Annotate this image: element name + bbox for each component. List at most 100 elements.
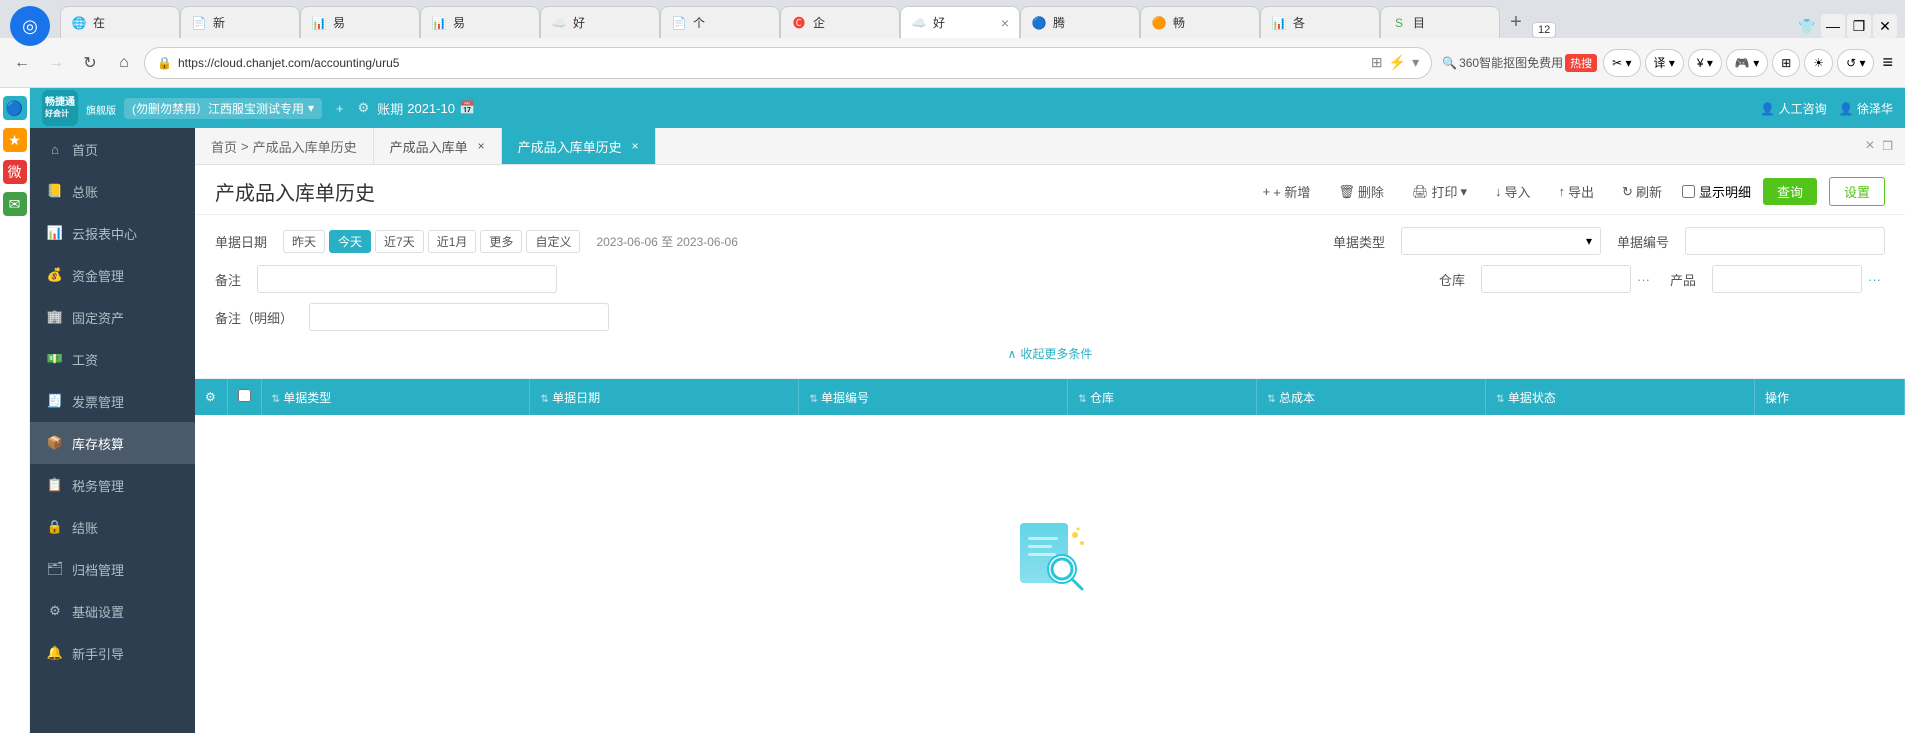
sidebar-item-fixed-assets[interactable]: 🏢 固定资产 [30, 296, 195, 338]
restore-button[interactable]: ❐ [1847, 14, 1871, 38]
sidebar-item-payroll[interactable]: 💵 工资 [30, 338, 195, 380]
refresh-button[interactable]: ↻ 刷新 [1614, 178, 1670, 205]
sidebar-item-checkout[interactable]: 🔒 结账 [30, 506, 195, 548]
date-btn-1month[interactable]: 近1月 [428, 230, 477, 253]
date-btn-today[interactable]: 今天 [329, 230, 371, 253]
date-btn-custom[interactable]: 自定义 [526, 230, 580, 253]
username-label: 徐泽华 [1857, 102, 1893, 116]
th-type[interactable]: ⇅ 单据类型 [261, 379, 530, 415]
product-input[interactable] [1712, 265, 1862, 293]
export-button[interactable]: ↑ 导出 [1551, 178, 1603, 205]
warehouse-input[interactable] [1481, 265, 1631, 293]
tab-3[interactable]: 📊 易 [300, 6, 420, 38]
panel-close-button[interactable]: × [1865, 137, 1874, 154]
sidebar-item-home[interactable]: ⌂ 首页 [30, 128, 195, 170]
print-button[interactable]: 🖨 打印 ▾ [1404, 178, 1475, 205]
tab-10[interactable]: 🟠 畅 [1140, 6, 1260, 38]
tab-voucher-history-close-icon[interactable]: × [632, 139, 639, 153]
mail-icon[interactable]: ✉ [3, 192, 27, 216]
date-btn-7days[interactable]: 近7天 [375, 230, 424, 253]
company-select[interactable]: (勿删勿禁用）江西服宝测试专用 ▾ [124, 98, 322, 119]
th-warehouse[interactable]: ⇅ 仓库 [1068, 379, 1257, 415]
warehouse-dots-button[interactable]: ··· [1633, 272, 1654, 287]
tab-voucher-list-close-icon[interactable]: × [478, 139, 485, 153]
sidebar-item-invoice[interactable]: 🧾 发票管理 [30, 380, 195, 422]
tab-4[interactable]: 📊 易 [420, 6, 540, 38]
bookmark-icon[interactable]: 🔵 [3, 96, 27, 120]
voucher-no-input[interactable] [1685, 227, 1885, 255]
sidebar-item-new-entry[interactable]: 🔔 新手引导 [30, 632, 195, 674]
th-gear[interactable]: ⚙ [195, 379, 227, 415]
th-checkbox[interactable] [227, 379, 261, 415]
sidebar-item-settings[interactable]: ⚙ 基础设置 [30, 590, 195, 632]
voucher-type-select[interactable]: ▾ [1401, 227, 1601, 255]
calendar-icon[interactable]: 📅 [459, 100, 475, 116]
sidebar-item-archive[interactable]: 🗂 归档管理 [30, 548, 195, 590]
tab-6[interactable]: 📄 个 [660, 6, 780, 38]
add-button[interactable]: + + 新增 [1255, 178, 1319, 205]
th-cost[interactable]: ⇅ 总成本 [1257, 379, 1486, 415]
star-icon[interactable]: ★ [3, 128, 27, 152]
tab-1[interactable]: 🌐 在 [60, 6, 180, 38]
th-no[interactable]: ⇅ 单据编号 [799, 379, 1068, 415]
tab-7[interactable]: 🅒 企 [780, 6, 900, 38]
scissors-tool[interactable]: ✂ ▾ [1603, 49, 1640, 77]
export-label: 导出 [1568, 182, 1594, 201]
user-service-button[interactable]: 👤 人工咨询 [1760, 100, 1826, 117]
minimize-button[interactable]: — [1821, 14, 1845, 38]
weibo-icon[interactable]: 微 [3, 160, 27, 184]
show-detail-checkbox[interactable] [1682, 185, 1695, 198]
delete-button[interactable]: 🗑 删除 [1330, 178, 1392, 205]
settings-icon[interactable]: ⚙ [358, 100, 370, 116]
sidebar-item-fund[interactable]: 💰 资金管理 [30, 254, 195, 296]
game-tool[interactable]: 🎮 ▾ [1726, 49, 1768, 77]
back-button[interactable]: ← [8, 49, 36, 77]
th-date-sort-icon: ⇅ [540, 394, 548, 405]
shirt-icon[interactable]: 👕 [1795, 14, 1819, 38]
product-dots-button[interactable]: ··· [1864, 272, 1885, 287]
panel-collapse-button[interactable]: ❐ [1882, 139, 1893, 153]
address-input[interactable]: 🔒 https://cloud.chanjet.com/accounting/u… [144, 47, 1432, 79]
tab-9[interactable]: 🔵 腾 [1020, 6, 1140, 38]
refresh-button[interactable]: ↻ [76, 49, 104, 77]
select-all-checkbox[interactable] [238, 389, 251, 402]
query-button[interactable]: 查询 [1763, 178, 1817, 205]
tab-8-close-icon[interactable]: × [1001, 15, 1009, 31]
forward-button[interactable]: → [42, 49, 70, 77]
sidebar-item-cloud-report[interactable]: 📊 云报表中心 [30, 212, 195, 254]
undo-tool[interactable]: ↺ ▾ [1837, 49, 1874, 77]
breadcrumb-home[interactable]: 首页 [211, 137, 237, 156]
username-button[interactable]: 👤 徐泽华 [1839, 100, 1893, 117]
tab-5[interactable]: ☁️ 好 [540, 6, 660, 38]
new-tab-button[interactable]: + [1500, 6, 1532, 38]
sidebar-item-tax[interactable]: 📋 税务管理 [30, 464, 195, 506]
th-status[interactable]: ⇅ 单据状态 [1486, 379, 1755, 415]
home-button[interactable]: ⌂ [110, 49, 138, 77]
grid-tool[interactable]: ⊞ [1772, 49, 1800, 77]
tab-voucher-list[interactable]: 产成品入库单 × [374, 128, 502, 164]
th-date[interactable]: ⇅ 单据日期 [530, 379, 799, 415]
close-window-button[interactable]: ✕ [1873, 14, 1897, 38]
collapse-button[interactable]: ∧ 收起更多条件 [215, 341, 1885, 366]
note-input[interactable] [257, 265, 557, 293]
import-button[interactable]: ↓ 导入 [1487, 178, 1539, 205]
tab-2[interactable]: 📄 新 [180, 6, 300, 38]
tab-8[interactable]: ☁️ 好 × [900, 6, 1020, 38]
settings-button[interactable]: 设置 [1829, 177, 1885, 206]
note-detail-input[interactable] [309, 303, 609, 331]
tab-12[interactable]: S 目 [1380, 6, 1500, 38]
search-bar[interactable]: 🔍 360智能抠图免费用 热搜 [1442, 54, 1597, 72]
show-detail-checkbox-area[interactable]: 显示明细 [1682, 182, 1751, 201]
sidebar-item-ledger[interactable]: 📒 总账 [30, 170, 195, 212]
tab-voucher-history[interactable]: 产成品入库单历史 × [502, 128, 656, 164]
menu-button[interactable]: ≡ [1878, 52, 1897, 73]
theme-tool[interactable]: ☀ [1804, 49, 1833, 77]
date-btn-yesterday[interactable]: 昨天 [283, 230, 325, 253]
sidebar-item-inventory[interactable]: 📦 库存核算 [30, 422, 195, 464]
tab-11[interactable]: 📊 各 [1260, 6, 1380, 38]
translate-tool[interactable]: 译 ▾ [1645, 49, 1684, 77]
add-company-button[interactable]: + [330, 99, 350, 118]
tab-11-icon: 📊 [1271, 15, 1287, 31]
yuan-tool[interactable]: ¥ ▾ [1688, 49, 1722, 77]
date-btn-more[interactable]: 更多 [480, 230, 522, 253]
